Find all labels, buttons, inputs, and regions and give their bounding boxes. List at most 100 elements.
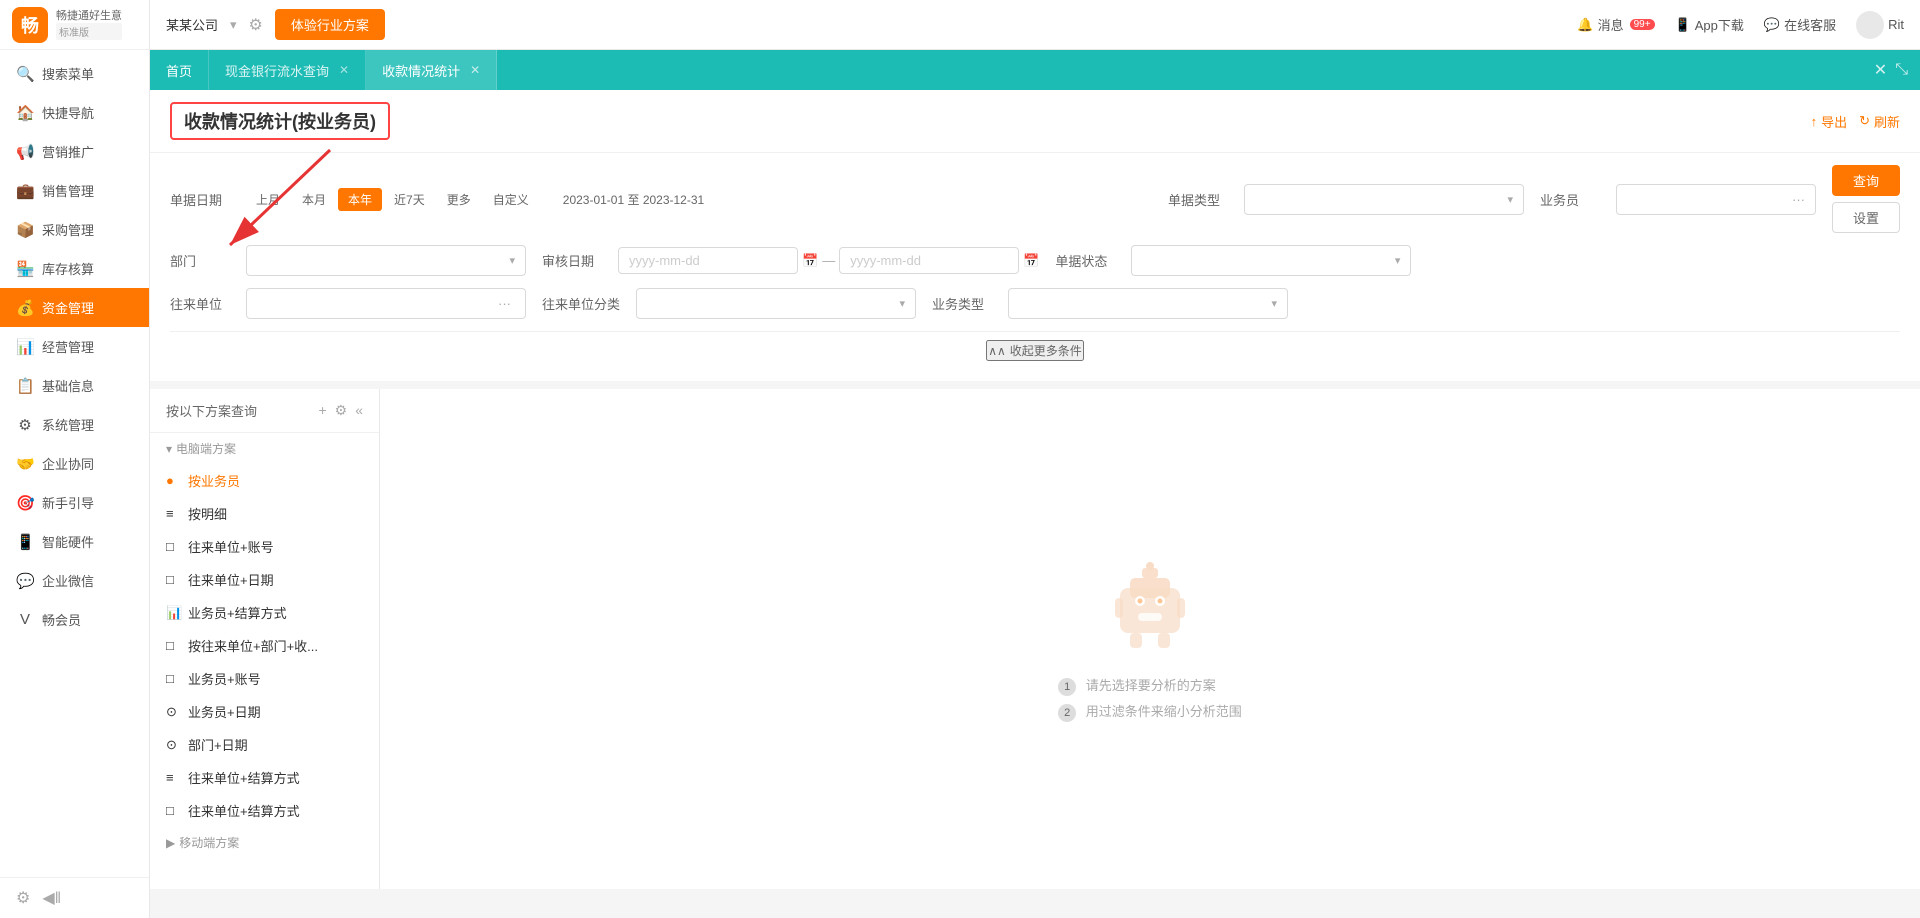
date-tab-lastmonth[interactable]: 上月 [246, 188, 290, 211]
sidebar-item-quicknav[interactable]: 🏠 快捷导航 [0, 93, 149, 132]
basic-icon: 📋 [16, 377, 34, 395]
tabbar-right: ✕ ⤡ [1874, 60, 1920, 80]
doc-status-chevron: ▾ [1395, 254, 1401, 267]
tree-item-dept-date[interactable]: ⊙ 部门+日期 [150, 728, 379, 761]
empty-step2: 2 用过滤条件来缩小分析范围 [1058, 699, 1242, 725]
trial-button[interactable]: 体验行业方案 [275, 9, 385, 40]
tab-home[interactable]: 首页 [150, 50, 209, 90]
sidebar-item-coop[interactable]: 🤝 企业协同 [0, 444, 149, 483]
finance-icon: 💰 [16, 299, 34, 317]
wechat-icon: 💬 [16, 572, 34, 590]
bank-tab-close-icon[interactable]: ✕ [339, 63, 349, 77]
query-button[interactable]: 查询 [1832, 165, 1900, 196]
sidebar-item-operations[interactable]: 📊 经营管理 [0, 327, 149, 366]
tree-item-salesman-date[interactable]: ⊙ 业务员+日期 [150, 695, 379, 728]
online-service-button[interactable]: 💬 在线客服 [1764, 15, 1836, 34]
empty-illustration [1100, 553, 1200, 653]
topbar-right: 🔔 消息 99+ 📱 App下载 💬 在线客服 Rit [1577, 11, 1904, 39]
partner-category-select[interactable]: ▾ [636, 288, 916, 319]
purchase-icon: 📦 [16, 221, 34, 239]
business-type-label: 业务类型 [932, 294, 992, 313]
refresh-button[interactable]: ↻ 刷新 [1859, 112, 1900, 131]
document-type-chevron: ▾ [1507, 193, 1513, 206]
partner-select[interactable]: ··· [246, 288, 526, 319]
company-dropdown-icon[interactable]: ▾ [230, 17, 237, 33]
panel-add-icon[interactable]: + [318, 402, 326, 419]
panel-settings-icon[interactable]: ⚙ [335, 402, 348, 419]
sidebar-item-marketing[interactable]: 📢 营销推广 [0, 132, 149, 171]
date-tab-7days[interactable]: 近7天 [384, 188, 435, 211]
tree-item-partner-payment2[interactable]: □ 往来单位+结算方式 [150, 794, 379, 827]
tabbar-expand-icon[interactable]: ⤡ [1895, 61, 1908, 79]
sidebar-settings-icon[interactable]: ⚙ [16, 888, 30, 908]
document-type-select[interactable]: ▾ [1244, 184, 1524, 215]
date-tabs: 上月 本月 本年 近7天 更多 自定义 [246, 188, 539, 211]
filter-row-partner: 往来单位 ··· 往来单位分类 ▾ 业务类型 ▾ [170, 288, 1900, 319]
date-tab-thisyear[interactable]: 本年 [338, 188, 382, 211]
review-date-to-calendar[interactable]: 📅 [1023, 253, 1039, 269]
app-download-button[interactable]: 📱 App下载 [1675, 15, 1744, 34]
sidebar-item-member[interactable]: V 畅会员 [0, 600, 149, 639]
tree-item-salesman-payment[interactable]: 📊 业务员+结算方式 [150, 596, 379, 629]
app-logo: 畅 畅捷通好生意 标准版 [0, 0, 149, 50]
message-button[interactable]: 🔔 消息 99+ [1577, 15, 1654, 34]
sidebar-item-wechat[interactable]: 💬 企业微信 [0, 561, 149, 600]
sidebar-item-guide[interactable]: 🎯 新手引导 [0, 483, 149, 522]
app-download-icon: 📱 [1675, 17, 1691, 33]
filter-settings-button[interactable]: 设置 [1832, 202, 1900, 233]
date-tab-more[interactable]: 更多 [437, 188, 481, 211]
sidebar-label-system: 系统管理 [42, 415, 94, 434]
salesman-more-icon[interactable]: ··· [1792, 192, 1805, 207]
sidebar-label-inventory: 库存核算 [42, 259, 94, 278]
collapse-button[interactable]: ∧∧ 收起更多条件 [986, 340, 1084, 361]
tree-expand-pc[interactable]: ▾ [166, 442, 172, 456]
sidebar-item-basic[interactable]: 📋 基础信息 [0, 366, 149, 405]
user-avatar[interactable]: Rit [1856, 11, 1904, 39]
tab-receipt[interactable]: 收款情况统计 ✕ [366, 50, 497, 90]
tree-item-partner-payment1[interactable]: ≡ 往来单位+结算方式 [150, 761, 379, 794]
partner-more-icon[interactable]: ··· [498, 296, 511, 311]
topbar: 某某公司 ▾ ⚙ 体验行业方案 🔔 消息 99+ 📱 App下载 💬 在线客服 … [150, 0, 1920, 50]
collapse-row: ∧∧ 收起更多条件 [170, 331, 1900, 369]
sidebar-item-inventory[interactable]: 🏪 库存核算 [0, 249, 149, 288]
sidebar-item-system[interactable]: ⚙ 系统管理 [0, 405, 149, 444]
tab-bank[interactable]: 现金银行流水查询 ✕ [209, 50, 366, 90]
page-header: 收款情况统计(按业务员) ↑ 导出 ↻ 刷新 [150, 90, 1920, 153]
tree-item-label-partner-dept: 按往来单位+部门+收... [188, 636, 318, 655]
export-button[interactable]: ↑ 导出 [1811, 112, 1848, 131]
tree-item-partner-account[interactable]: □ 往来单位+账号 [150, 530, 379, 563]
detail-icon: ≡ [166, 506, 182, 521]
date-tab-thismonth[interactable]: 本月 [292, 188, 336, 211]
salesman-label: 业务员 [1540, 190, 1600, 209]
sidebar-item-finance[interactable]: 💰 资金管理 [0, 288, 149, 327]
tree-item-label-detail: 按明细 [188, 504, 227, 523]
collapse-icon: ∧∧ [988, 344, 1006, 358]
sidebar-item-sales[interactable]: 💼 销售管理 [0, 171, 149, 210]
tree-item-label-partner-payment1: 往来单位+结算方式 [188, 768, 300, 787]
review-date-from-calendar[interactable]: 📅 [802, 253, 818, 269]
business-type-select[interactable]: ▾ [1008, 288, 1288, 319]
tree-item-salesman-account[interactable]: □ 业务员+账号 [150, 662, 379, 695]
dept-select[interactable]: ▾ [246, 245, 526, 276]
panel-collapse-icon[interactable]: « [355, 402, 363, 419]
receipt-tab-close-icon[interactable]: ✕ [470, 63, 480, 77]
main-content: 收款情况统计(按业务员) ↑ 导出 ↻ 刷新 单据日期 上月 本月 本年 近7天… [150, 90, 1920, 918]
tree-item-detail[interactable]: ≡ 按明细 [150, 497, 379, 530]
sidebar-item-hardware[interactable]: 📱 智能硬件 [0, 522, 149, 561]
tree-expand-mobile[interactable]: ▶ [166, 836, 175, 850]
tree-item-partner-date[interactable]: □ 往来单位+日期 [150, 563, 379, 596]
receipt-tab-label: 收款情况统计 [382, 61, 460, 80]
sidebar-item-purchase[interactable]: 📦 采购管理 [0, 210, 149, 249]
tabbar-close-icon[interactable]: ✕ [1874, 60, 1887, 80]
tree-item-by-salesman[interactable]: ● 按业务员 [150, 464, 379, 497]
salesman-select[interactable]: ··· [1616, 184, 1816, 215]
tree-group-pc-label: 电脑端方案 [176, 440, 236, 457]
sidebar-item-search[interactable]: 🔍 搜索菜单 [0, 54, 149, 93]
topbar-gear-icon[interactable]: ⚙ [249, 15, 263, 35]
date-tab-custom[interactable]: 自定义 [483, 188, 539, 211]
document-status-select[interactable]: ▾ [1131, 245, 1411, 276]
sidebar-collapse-icon[interactable]: ◀‖ [42, 888, 61, 908]
tree-item-partner-dept[interactable]: □ 按往来单位+部门+收... [150, 629, 379, 662]
review-date-from[interactable]: yyyy-mm-dd [618, 247, 798, 274]
review-date-to[interactable]: yyyy-mm-dd [839, 247, 1019, 274]
